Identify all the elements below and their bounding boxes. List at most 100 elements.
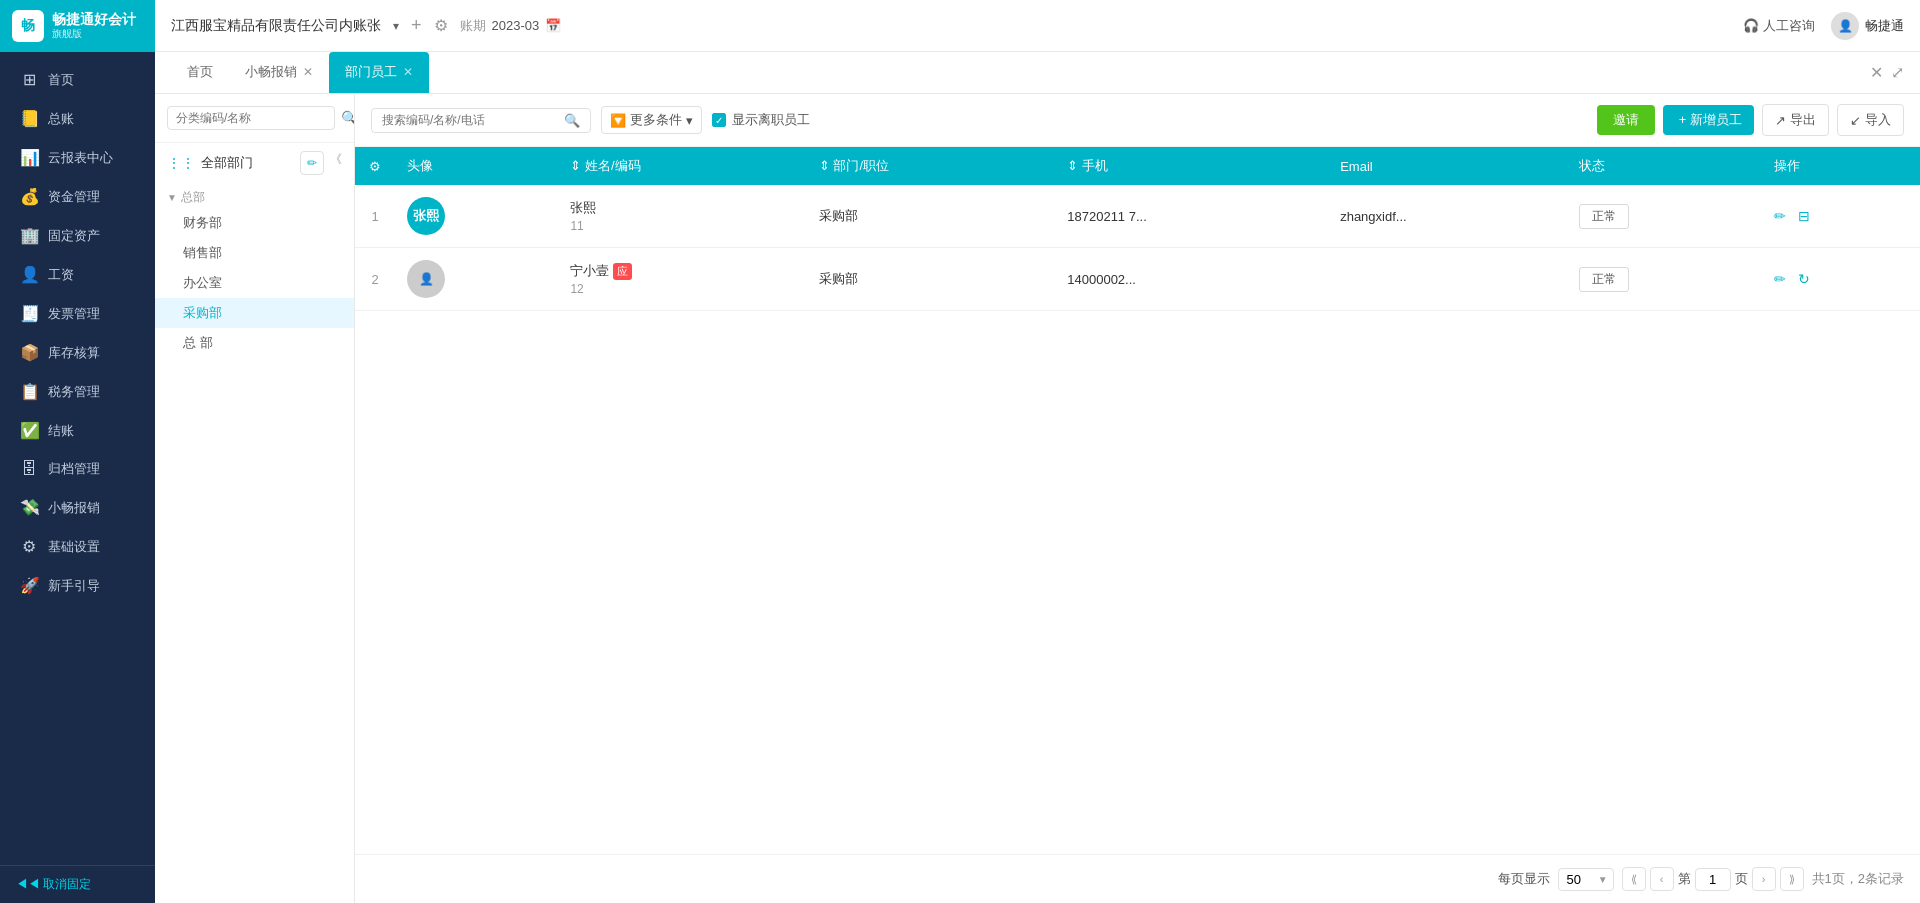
sidebar-item-label: 发票管理 [48, 305, 100, 323]
th-dept-position[interactable]: ⇕ 部门/职位 [807, 147, 1055, 185]
phone-cell-2: 14000002... [1055, 248, 1328, 311]
sidebar-item-label: 结账 [48, 422, 74, 440]
sidebar-item-assets[interactable]: 🏢 固定资产 [0, 216, 155, 255]
tax-icon: 📋 [20, 382, 38, 401]
dept-search-box: 🔍 [155, 94, 354, 143]
sidebar-item-inventory[interactable]: 📦 库存核算 [0, 333, 155, 372]
logout-employee-1[interactable]: ⊟ [1798, 208, 1810, 224]
sidebar-item-funds[interactable]: 💰 资金管理 [0, 177, 155, 216]
sidebar-item-reports[interactable]: 📊 云报表中心 [0, 138, 155, 177]
edit-employee-1[interactable]: ✏ [1774, 208, 1786, 224]
sidebar-item-expense[interactable]: 💸 小畅报销 [0, 488, 155, 527]
headset-icon: 🎧 [1743, 18, 1759, 33]
company-name: 江西服宝精品有限责任公司内账张 [171, 17, 381, 35]
dept-child-sales[interactable]: 销售部 [155, 238, 354, 268]
home-icon: ⊞ [20, 70, 38, 89]
sidebar-item-home[interactable]: ⊞ 首页 [0, 60, 155, 99]
add-employee-button[interactable]: + 新增员工 [1663, 105, 1754, 135]
action-icons-1: ✏ ⊟ [1774, 208, 1908, 224]
employee-search-input[interactable] [382, 113, 558, 127]
invite-button[interactable]: 邀请 [1597, 105, 1655, 135]
last-page-button[interactable]: ⟫ [1780, 867, 1804, 891]
tab-expand-icon[interactable]: ⤢ [1891, 63, 1904, 82]
import-label: 导入 [1865, 111, 1891, 129]
dept-child-finance[interactable]: 财务部 [155, 208, 354, 238]
sidebar-nav: ⊞ 首页 📒 总账 📊 云报表中心 💰 资金管理 🏢 固定资产 👤 工资 🧾 发… [0, 52, 155, 865]
tab-department[interactable]: 部门员工 ✕ [329, 52, 429, 93]
page-input[interactable] [1695, 868, 1731, 891]
prev-page-button[interactable]: ‹ [1650, 867, 1674, 891]
sidebar-unpin-button[interactable]: ◀◀ 取消固定 [0, 865, 155, 903]
page-unit: 页 [1735, 870, 1748, 888]
dept-search-input[interactable] [167, 106, 335, 130]
tab-expense-close[interactable]: ✕ [303, 65, 313, 79]
service-label: 人工咨询 [1763, 17, 1815, 35]
tab-expense[interactable]: 小畅报销 ✕ [229, 52, 329, 93]
employee-search-box: 🔍 [371, 108, 591, 133]
edit-dept-button[interactable]: ✏ [300, 151, 324, 175]
row-num-1: 1 [355, 185, 395, 248]
tabs-actions: ✕ ⤢ [1870, 63, 1904, 82]
avatar-icon: 👤 [1838, 19, 1853, 33]
sidebar-logo: 畅 畅捷通好会计 旗舰版 [0, 0, 155, 52]
topbar-settings-icon[interactable]: ⚙ [434, 16, 448, 35]
tab-home[interactable]: 首页 [171, 52, 229, 93]
import-button[interactable]: ↙ 导入 [1837, 104, 1904, 136]
th-name-code[interactable]: ⇕ 姓名/编码 [558, 147, 806, 185]
all-dept-button[interactable]: ⋮⋮ 全部部门 [167, 154, 253, 172]
status-cell-2: 正常 [1567, 248, 1762, 311]
sidebar-item-label: 资金管理 [48, 188, 100, 206]
service-button[interactable]: 🎧 人工咨询 [1743, 17, 1815, 35]
more-filter-button[interactable]: 🔽 更多条件 ▾ [601, 106, 702, 134]
show-resign-label: 显示离职员工 [732, 111, 810, 129]
per-page-select[interactable]: 50 20 100 [1558, 868, 1614, 891]
calendar-icon[interactable]: 📅 [545, 18, 561, 33]
dept-child-purchase[interactable]: 采购部 [155, 298, 354, 328]
add-company-button[interactable]: + [411, 15, 422, 36]
show-resign-toggle[interactable]: ✓ 显示离职员工 [712, 111, 810, 129]
dept-action-buttons: ✏ 《 [300, 151, 342, 175]
export-button[interactable]: ↗ 导出 [1762, 104, 1829, 136]
sidebar-item-label: 基础设置 [48, 538, 100, 556]
topbar: 江西服宝精品有限责任公司内账张 ▾ + ⚙ 账期 2023-03 📅 🎧 人工咨… [155, 0, 1920, 52]
collapse-dept-button[interactable]: 《 [330, 151, 342, 175]
sidebar-item-invoice[interactable]: 🧾 发票管理 [0, 294, 155, 333]
th-email: Email [1328, 147, 1567, 185]
sidebar-item-guide[interactable]: 🚀 新手引导 [0, 566, 155, 605]
user-menu[interactable]: 👤 畅捷通 [1831, 12, 1904, 40]
sidebar-item-settings[interactable]: ⚙ 基础设置 [0, 527, 155, 566]
sidebar-item-checkout[interactable]: ✅ 结账 [0, 411, 155, 450]
dept-header: ⋮⋮ 全部部门 ✏ 《 [155, 143, 354, 183]
company-dropdown-icon[interactable]: ▾ [393, 19, 399, 33]
dept-child-office[interactable]: 办公室 [155, 268, 354, 298]
page-content: 🔍 ⋮⋮ 全部部门 ✏ 《 ▼ 总部 财务部 销售部 办公室 [155, 94, 1920, 903]
add-employee-label: + 新增员工 [1679, 111, 1742, 129]
dept-cell-1: 采购部 [807, 185, 1055, 248]
sidebar-item-label: 工资 [48, 266, 74, 284]
edit-employee-2[interactable]: ✏ [1774, 271, 1786, 287]
th-settings[interactable]: ⚙ [355, 147, 395, 185]
period-value: 2023-03 [492, 18, 540, 33]
next-page-button[interactable]: › [1752, 867, 1776, 891]
employee-panel: 🔍 🔽 更多条件 ▾ ✓ 显示离职员工 邀请 + 新增员工 [355, 94, 1920, 903]
employee-search-icon[interactable]: 🔍 [564, 113, 580, 128]
sidebar-item-label: 归档管理 [48, 460, 100, 478]
sidebar-item-label: 云报表中心 [48, 149, 113, 167]
dept-parent-zongbu: ▼ 总部 [155, 183, 354, 208]
tab-department-close[interactable]: ✕ [403, 65, 413, 79]
th-phone[interactable]: ⇕ 手机 [1055, 147, 1328, 185]
dept-search-icon[interactable]: 🔍 [341, 110, 355, 126]
sidebar-item-ledger[interactable]: 📒 总账 [0, 99, 155, 138]
sidebar-item-tax[interactable]: 📋 税务管理 [0, 372, 155, 411]
emp-name-row-2: 宁小壹 应 [570, 262, 794, 280]
settings-icon: ⚙ [20, 537, 38, 556]
tab-close-all-icon[interactable]: ✕ [1870, 63, 1883, 82]
first-page-button[interactable]: ⟪ [1622, 867, 1646, 891]
sidebar-item-salary[interactable]: 👤 工资 [0, 255, 155, 294]
avatar-cell-2: 👤 [395, 248, 558, 311]
refresh-employee-2[interactable]: ↻ [1798, 271, 1810, 287]
dept-child-general[interactable]: 总 部 [155, 328, 354, 358]
status-cell-1: 正常 [1567, 185, 1762, 248]
show-resign-checkbox[interactable]: ✓ [712, 113, 726, 127]
sidebar-item-archive[interactable]: 🗄 归档管理 [0, 450, 155, 488]
